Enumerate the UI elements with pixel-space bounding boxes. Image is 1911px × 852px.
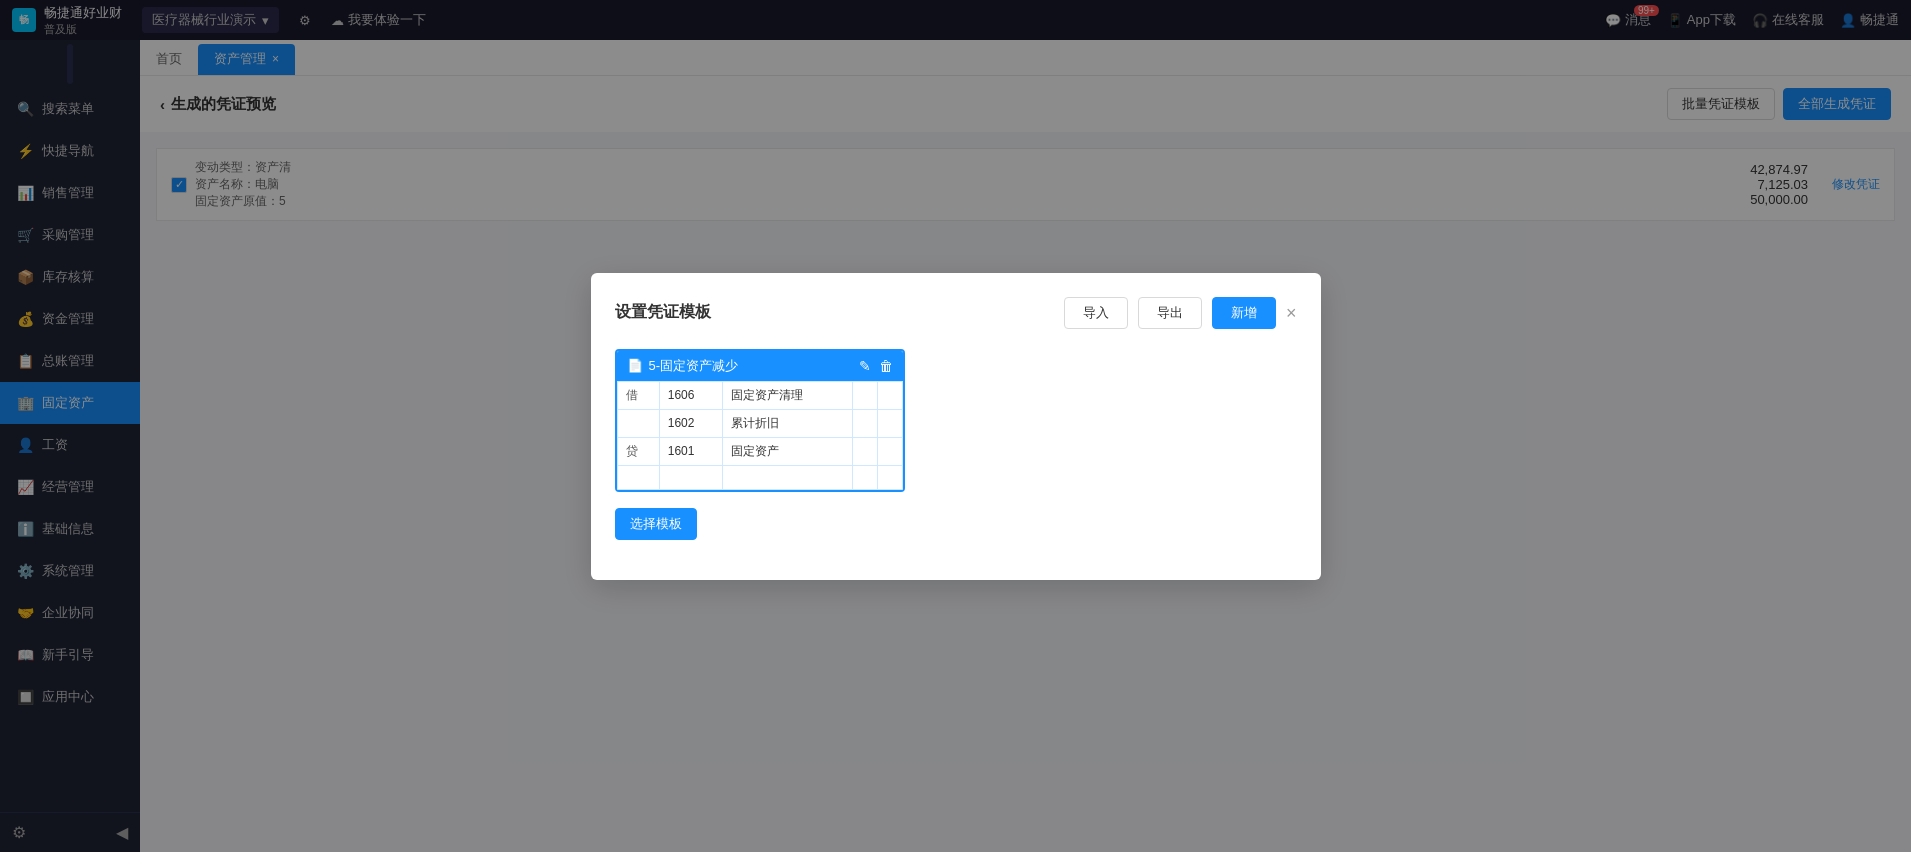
import-button[interactable]: 导入 <box>1064 297 1128 329</box>
template-row-debit-1 <box>852 381 877 409</box>
template-row-name-3: 固定资产 <box>723 437 853 465</box>
template-row-4 <box>617 465 902 489</box>
select-template-container: 选择模板 <box>615 508 1297 540</box>
dialog-close-button[interactable]: × <box>1286 304 1297 322</box>
template-table: 借 1606 固定资产清理 1602 <box>617 381 903 490</box>
template-row-credit-1 <box>877 381 902 409</box>
dialog-toolbar: 导入 导出 新增 <box>1064 297 1276 329</box>
template-row-code-1: 1606 <box>659 381 723 409</box>
app-container: 畅 畅捷通好业财 普及版 医疗器械行业演示 ▾ ⚙ ☁ 我要体验一下 💬 消息 … <box>0 0 1911 852</box>
template-card: 📄 5-固定资产减少 ✎ 🗑 <box>615 349 905 492</box>
template-row-code-4 <box>659 465 723 489</box>
template-row-3: 贷 1601 固定资产 <box>617 437 902 465</box>
template-row-code-3: 1601 <box>659 437 723 465</box>
template-row-type-3: 贷 <box>617 437 659 465</box>
dialog: 设置凭证模板 导入 导出 新增 × <box>591 273 1321 580</box>
dialog-title: 设置凭证模板 <box>615 302 711 323</box>
template-edit-icon[interactable]: ✎ <box>859 358 871 374</box>
template-row-name-4 <box>723 465 853 489</box>
template-row-type-1: 借 <box>617 381 659 409</box>
dialog-header-right: 导入 导出 新增 × <box>1064 297 1297 329</box>
template-card-header-left: 📄 5-固定资产减少 <box>627 357 739 375</box>
export-button[interactable]: 导出 <box>1138 297 1202 329</box>
template-file-icon: 📄 <box>627 358 643 373</box>
template-row-debit-2 <box>852 409 877 437</box>
template-row-type-2 <box>617 409 659 437</box>
modal-overlay[interactable]: 设置凭证模板 导入 导出 新增 × <box>140 76 1911 852</box>
page-content: ‹ 生成的凭证预览 批量凭证模板 全部生成凭证 ✓ 变动类型：资产清 <box>140 76 1911 852</box>
content-area: 首页 资产管理 × ‹ 生成的凭证预览 批 <box>140 40 1911 852</box>
template-row-debit-4 <box>852 465 877 489</box>
template-row-debit-3 <box>852 437 877 465</box>
dialog-body: 📄 5-固定资产减少 ✎ 🗑 <box>615 349 1297 556</box>
template-row-code-2: 1602 <box>659 409 723 437</box>
main-layout: 🔍 搜索菜单 ⚡ 快捷导航 📊 销售管理 🛒 采购管理 📦 库存核算 <box>0 40 1911 852</box>
template-row-type-4 <box>617 465 659 489</box>
template-row-name-2: 累计折旧 <box>723 409 853 437</box>
template-row-credit-3 <box>877 437 902 465</box>
template-row-credit-2 <box>877 409 902 437</box>
dialog-header: 设置凭证模板 导入 导出 新增 × <box>615 297 1297 329</box>
template-row-credit-4 <box>877 465 902 489</box>
template-row-name-1: 固定资产清理 <box>723 381 853 409</box>
template-card-header: 📄 5-固定资产减少 ✎ 🗑 <box>617 351 903 381</box>
template-card-header-actions: ✎ 🗑 <box>859 358 893 374</box>
new-button[interactable]: 新增 <box>1212 297 1276 329</box>
template-row-2: 1602 累计折旧 <box>617 409 902 437</box>
template-delete-icon[interactable]: 🗑 <box>879 358 893 374</box>
template-row-1: 借 1606 固定资产清理 <box>617 381 902 409</box>
template-header-title: 5-固定资产减少 <box>649 357 739 375</box>
select-template-button[interactable]: 选择模板 <box>615 508 697 540</box>
